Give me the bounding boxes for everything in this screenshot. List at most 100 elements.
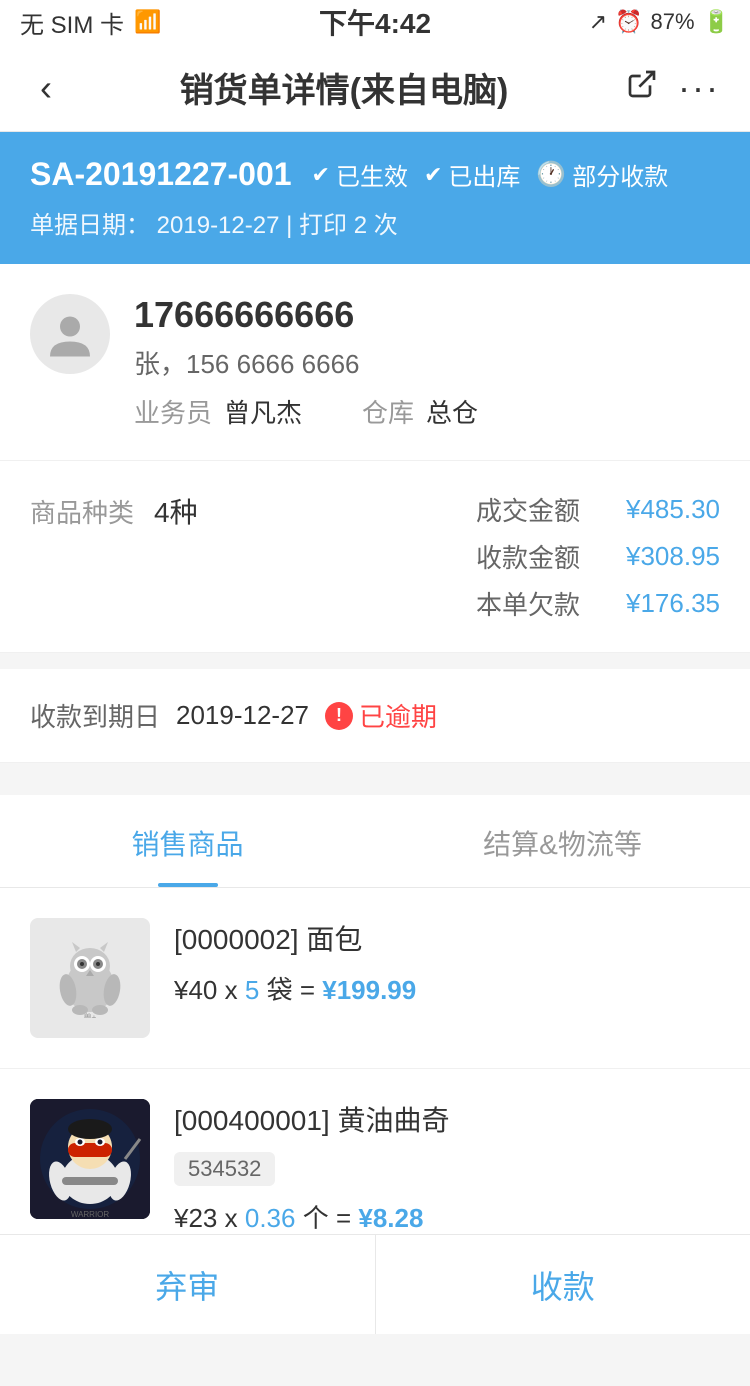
product-info-1: [0000002] 面包 ¥40 x 5 袋 = ¥199.99 — [174, 918, 720, 1007]
product-price-2: ¥23 — [174, 1203, 217, 1233]
received-amount-value: ¥308.95 — [600, 541, 720, 572]
due-date-value: 2019-12-27 — [176, 700, 309, 731]
ninja-icon: WARRIOR — [30, 1099, 150, 1219]
order-id: SA-20191227-001 — [30, 156, 292, 193]
warehouse-value: 总仓 — [426, 393, 478, 430]
check-icon-2: ✔ — [424, 162, 442, 188]
order-date: 2019-12-27 — [157, 212, 280, 239]
section-separator — [0, 779, 750, 795]
product-qty-2: 0.36 — [245, 1203, 296, 1233]
overdue-icon: ! — [325, 702, 353, 730]
product-total-1: ¥199.99 — [322, 975, 416, 1005]
salesperson-item: 业务员 曾凡杰 — [134, 393, 302, 430]
customer-id: 17666666666 — [134, 294, 720, 336]
share-button[interactable] — [626, 68, 658, 107]
product-unit-1: 袋 — [267, 975, 293, 1005]
tab-settlement[interactable]: 结算&物流等 — [375, 795, 750, 887]
battery-text: 87% — [651, 9, 695, 35]
more-button[interactable]: ··· — [678, 67, 720, 109]
status-right: ↗ ⏰ 87% 🔋 — [589, 9, 730, 35]
alarm-icon: ⏰ — [615, 9, 642, 35]
product-name-text-2: 黄油曲奇 — [338, 1105, 450, 1136]
svg-text:兽+: 兽+ — [84, 1012, 97, 1018]
equals-1: = — [300, 975, 322, 1005]
product-thumb-2: WARRIOR — [30, 1099, 150, 1219]
person-icon — [45, 309, 95, 359]
customer-section: 17666666666 张，156 6666 6666 业务员 曾凡杰 仓库 总… — [0, 264, 750, 461]
due-date-label: 收款到期日 — [30, 697, 160, 734]
status-bar: 无 SIM 卡 📶 下午4:42 ↗ ⏰ 87% 🔋 — [0, 0, 750, 44]
product-types-label: 商品种类 — [30, 493, 134, 530]
cancel-review-button[interactable]: 弃审 — [0, 1235, 376, 1334]
svg-text:WARRIOR: WARRIOR — [71, 1210, 110, 1219]
tab-products-label: 销售商品 — [131, 829, 243, 860]
stats-right: 成交金额 ¥485.30 收款金额 ¥308.95 本单欠款 ¥176.35 — [476, 491, 720, 622]
tab-products[interactable]: 销售商品 — [0, 795, 375, 887]
operator-1: x — [225, 975, 245, 1005]
wifi-icon: 📶 — [134, 9, 161, 35]
warehouse-item: 仓库 总仓 — [362, 393, 478, 430]
product-types-value: 4种 — [154, 491, 198, 531]
equals-2: = — [336, 1203, 358, 1233]
header-banner: SA-20191227-001 ✔ 已生效 ✔ 已出库 🕐 部分收款 单据日期：… — [0, 132, 750, 264]
collect-payment-label: 收款 — [531, 1262, 595, 1308]
carrier-text: 无 SIM 卡 — [20, 5, 124, 40]
location-icon: ↗ — [589, 9, 607, 35]
status-left: 无 SIM 卡 📶 — [20, 5, 161, 40]
product-price-1: ¥40 — [174, 975, 217, 1005]
date-label: 单据日期： — [30, 212, 150, 239]
overdue-text: 已逾期 — [359, 697, 437, 734]
back-button[interactable]: ‹ — [30, 57, 62, 119]
battery-icon: 🔋 — [703, 9, 730, 35]
status-tag-effective: ✔ 已生效 — [312, 157, 408, 192]
collect-payment-button[interactable]: 收款 — [376, 1235, 750, 1334]
stats-row: 商品种类 4种 成交金额 ¥485.30 收款金额 ¥308.95 本单欠款 ¥… — [30, 491, 720, 622]
warehouse-label: 仓库 — [362, 393, 414, 430]
product-code-2: [000400001] — [174, 1105, 330, 1136]
debt-amount-line: 本单欠款 ¥176.35 — [476, 585, 720, 622]
cancel-review-label: 弃审 — [155, 1262, 219, 1308]
status-shipped-label: 已出库 — [448, 157, 520, 192]
product-thumb-1: 兽+ — [30, 918, 150, 1038]
print-count: 2 — [354, 212, 367, 239]
product-code-1: [0000002] — [174, 924, 299, 955]
operator-2: x — [225, 1203, 245, 1233]
product-info-2: [000400001] 黄油曲奇 534532 ¥23 x 0.36 个 = ¥… — [174, 1099, 720, 1235]
product-list: 兽+ [0000002] 面包 ¥40 x 5 袋 = ¥199.99 — [0, 888, 750, 1266]
status-tag-partial: 🕐 部分收款 — [536, 157, 668, 192]
nav-actions: ··· — [626, 67, 720, 109]
tab-settlement-label: 结算&物流等 — [483, 829, 642, 860]
product-price-line-1: ¥40 x 5 袋 = ¥199.99 — [174, 970, 720, 1007]
product-total-2: ¥8.28 — [358, 1203, 423, 1233]
product-item-1: 兽+ [0000002] 面包 ¥40 x 5 袋 = ¥199.99 — [0, 888, 750, 1069]
print-unit: 次 — [374, 212, 398, 239]
transaction-amount-value: ¥485.30 — [600, 494, 720, 525]
nav-bar: ‹ 销货单详情(来自电脑) ··· — [0, 44, 750, 132]
debt-amount-value: ¥176.35 — [600, 588, 720, 619]
transaction-amount-label: 成交金额 — [476, 491, 580, 528]
owl-icon: 兽+ — [50, 938, 130, 1018]
product-name-text-1: 面包 — [306, 924, 362, 955]
product-name-2: [000400001] 黄油曲奇 — [174, 1099, 720, 1139]
stats-section: 商品种类 4种 成交金额 ¥485.30 收款金额 ¥308.95 本单欠款 ¥… — [0, 461, 750, 653]
product-batch-2: 534532 — [174, 1152, 275, 1186]
customer-name-phone: 张，156 6666 6666 — [134, 344, 720, 381]
status-tag-shipped: ✔ 已出库 — [424, 157, 520, 192]
salesperson-label: 业务员 — [134, 393, 212, 430]
status-time: 下午4:42 — [319, 2, 431, 42]
page-title: 销货单详情(来自电脑) — [62, 63, 626, 112]
status-partial-label: 部分收款 — [572, 157, 668, 192]
avatar — [30, 294, 110, 374]
transaction-amount-line: 成交金额 ¥485.30 — [476, 491, 720, 528]
customer-info: 17666666666 张，156 6666 6666 业务员 曾凡杰 仓库 总… — [134, 294, 720, 430]
received-amount-label: 收款金额 — [476, 538, 580, 575]
product-unit-2: 个 — [303, 1203, 329, 1233]
back-icon: ‹ — [40, 67, 52, 108]
order-date-line: 单据日期： 2019-12-27 | 打印 2 次 — [30, 205, 720, 240]
product-name-1: [0000002] 面包 — [174, 918, 720, 958]
bottom-bar: 弃审 收款 — [0, 1234, 750, 1334]
overdue-badge: ! 已逾期 — [325, 697, 437, 734]
product-qty-1: 5 — [245, 975, 259, 1005]
tabs-section: 销售商品 结算&物流等 — [0, 795, 750, 888]
debt-amount-label: 本单欠款 — [476, 585, 580, 622]
